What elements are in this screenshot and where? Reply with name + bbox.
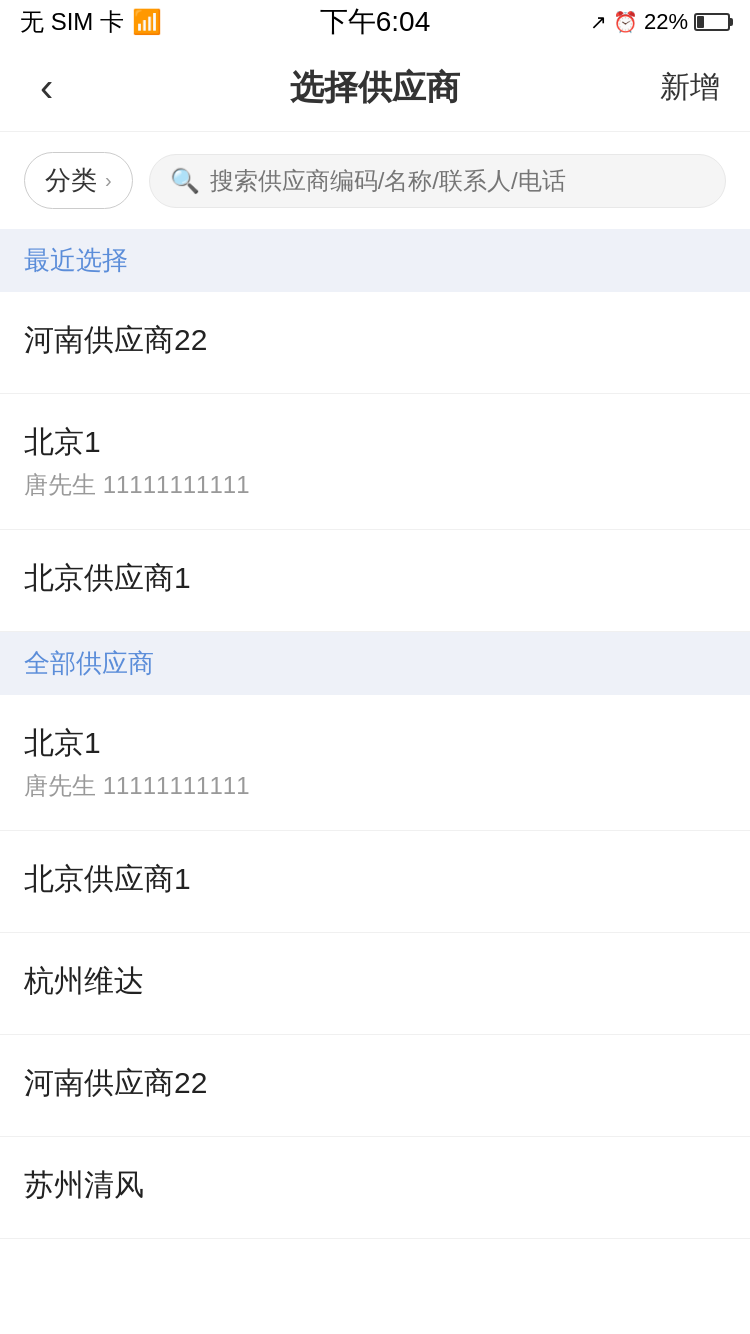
item-sub: 唐先生 11111111111 <box>24 469 726 501</box>
battery-percent: 22% <box>644 9 688 35</box>
status-time: 下午6:04 <box>320 3 431 41</box>
category-filter-button[interactable]: 分类 › <box>24 152 133 209</box>
location-icon: ↗ <box>590 10 607 34</box>
carrier-text: 无 SIM 卡 <box>20 6 124 38</box>
list-item[interactable]: 河南供应商22 <box>0 1035 750 1137</box>
list-item[interactable]: 北京供应商1 <box>0 831 750 933</box>
list-item[interactable]: 杭州维达 <box>0 933 750 1035</box>
section-header-all: 全部供应商 <box>0 632 750 695</box>
chevron-right-icon: › <box>105 169 112 192</box>
search-icon: 🔍 <box>170 167 200 195</box>
battery-icon <box>694 13 730 31</box>
section-header-recent: 最近选择 <box>0 229 750 292</box>
item-sub: 唐先生 11111111111 <box>24 770 726 802</box>
list-item[interactable]: 北京供应商1 <box>0 530 750 632</box>
status-right: ↗ ⏰ 22% <box>590 9 730 35</box>
category-label: 分类 <box>45 163 97 198</box>
item-name: 河南供应商22 <box>24 320 726 361</box>
item-name: 北京1 <box>24 422 726 463</box>
back-button[interactable]: ‹ <box>30 55 63 120</box>
status-carrier: 无 SIM 卡 📶 <box>20 6 162 38</box>
item-name: 杭州维达 <box>24 961 726 1002</box>
alarm-icon: ⏰ <box>613 10 638 34</box>
sections-container: 最近选择河南供应商22 北京1 唐先生 11111111111 北京供应商1 全部供应商… <box>0 229 750 1239</box>
search-input[interactable] <box>210 167 705 195</box>
status-bar: 无 SIM 卡 📶 下午6:04 ↗ ⏰ 22% <box>0 0 750 44</box>
list-item[interactable]: 河南供应商22 <box>0 292 750 394</box>
item-name: 北京1 <box>24 723 726 764</box>
item-name: 北京供应商1 <box>24 859 726 900</box>
list-item[interactable]: 苏州清风 <box>0 1137 750 1239</box>
filter-bar: 分类 › 🔍 <box>0 132 750 229</box>
item-name: 北京供应商1 <box>24 558 726 599</box>
list-item[interactable]: 北京1 唐先生 11111111111 <box>0 394 750 530</box>
item-name: 苏州清风 <box>24 1165 726 1206</box>
page-title: 选择供应商 <box>290 65 460 111</box>
wifi-icon: 📶 <box>132 8 162 36</box>
item-name: 河南供应商22 <box>24 1063 726 1104</box>
search-box[interactable]: 🔍 <box>149 154 726 208</box>
nav-bar: ‹ 选择供应商 新增 <box>0 44 750 132</box>
add-button[interactable]: 新增 <box>660 67 720 108</box>
list-item[interactable]: 北京1 唐先生 11111111111 <box>0 695 750 831</box>
